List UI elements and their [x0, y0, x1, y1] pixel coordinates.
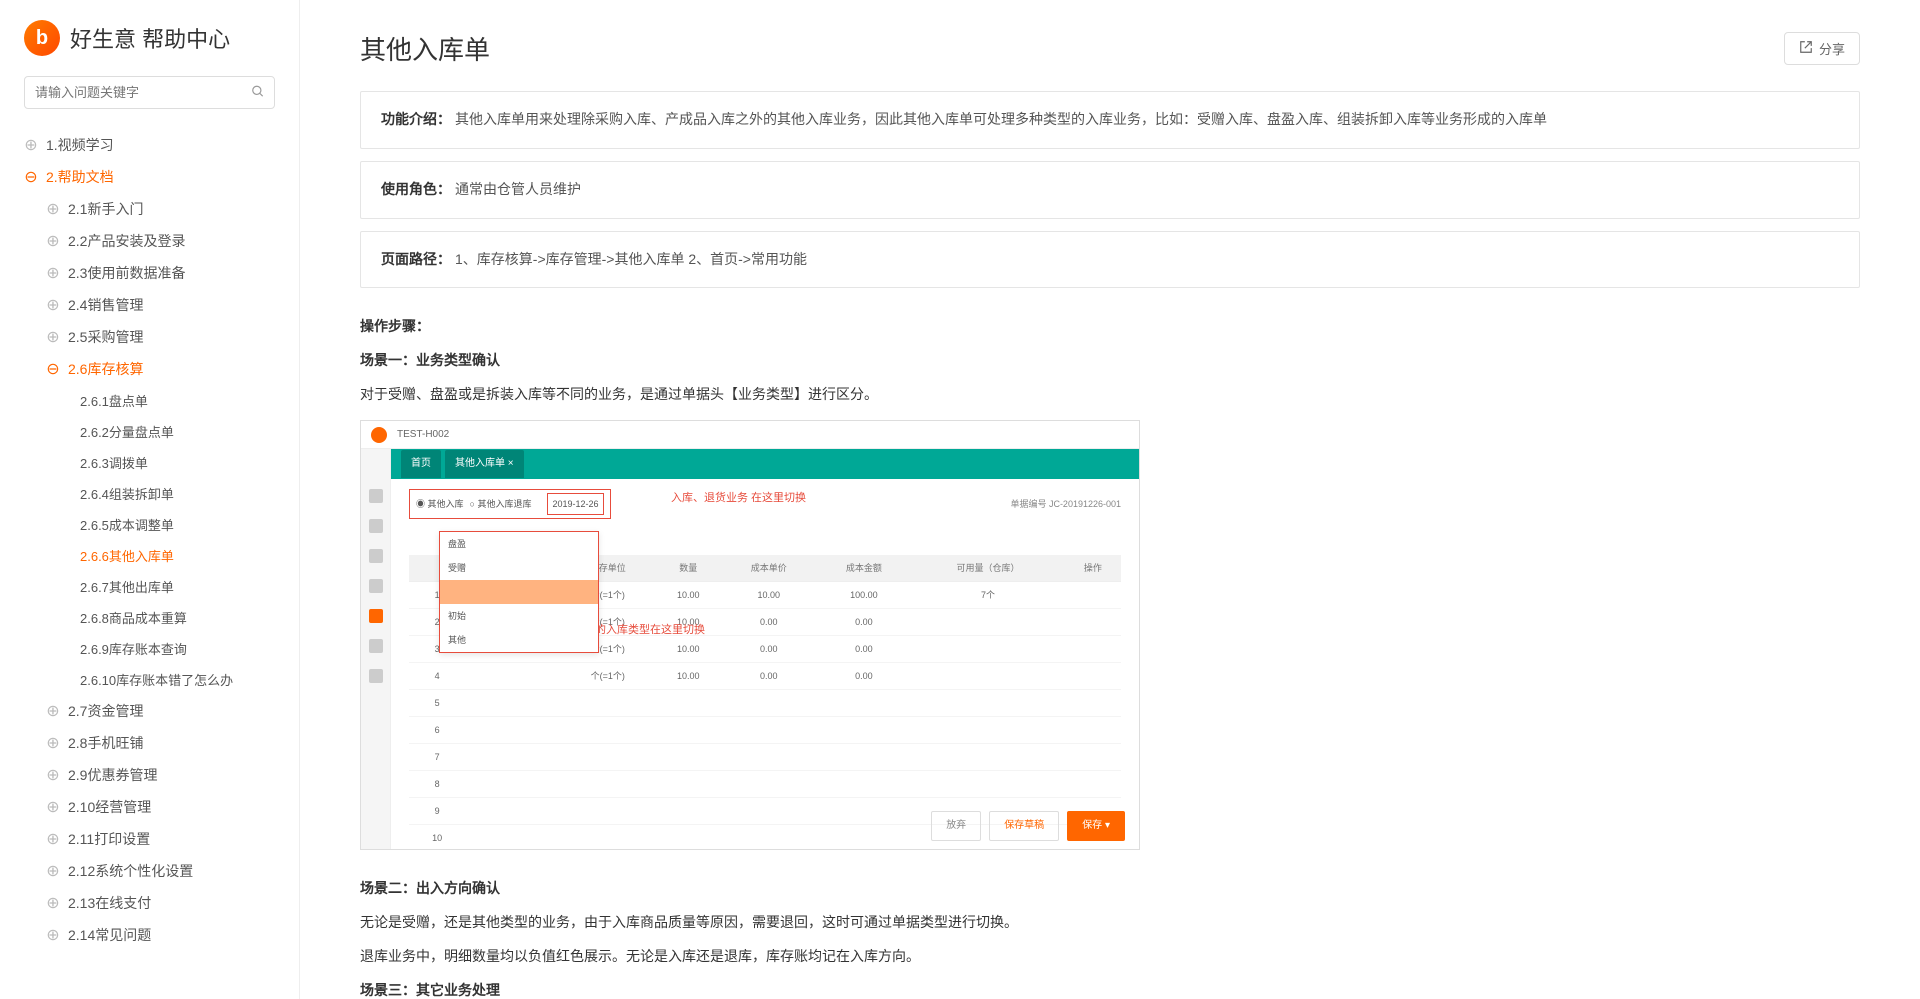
- main-content: 其他入库单 分享 功能介绍：其他入库单用来处理除采购入库、产成品入库之外的其他入…: [300, 0, 1920, 999]
- nav-item[interactable]: ⊕2.1新手入门: [24, 193, 275, 225]
- nav-item[interactable]: ⊕2.7资金管理: [24, 695, 275, 727]
- nav-item-docs[interactable]: ⊖2.帮助文档: [24, 161, 275, 193]
- role-label: 使用角色：: [381, 181, 451, 197]
- nav-item[interactable]: ⊕2.13在线支付: [24, 887, 275, 919]
- embedded-screenshot: TEST-H002 首页 其他入库单 ×: [360, 420, 1140, 850]
- mock-save-button: 保存 ▾: [1067, 811, 1125, 841]
- expand-icon: ⊕: [46, 266, 60, 280]
- scene1-title: 场景一：业务类型确认: [360, 346, 1860, 374]
- nav-item[interactable]: ⊕2.4销售管理: [24, 289, 275, 321]
- role-box: 使用角色：通常由仓管人员维护: [360, 161, 1860, 219]
- scene3-title: 场景三：其它业务处理: [360, 976, 1860, 999]
- mock-logo-icon: [371, 427, 387, 443]
- mock-side-icon-active: [369, 609, 383, 623]
- expand-icon: ⊕: [46, 896, 60, 910]
- mock-tab: 首页: [401, 450, 441, 478]
- mock-dropdown: 盘盈 受赠 初始 其他: [439, 531, 599, 653]
- nav-subitem[interactable]: 2.6.1盘点单: [24, 385, 275, 416]
- nav-subitem[interactable]: 2.6.5成本调整单: [24, 509, 275, 540]
- nav-item[interactable]: ⊕2.14常见问题: [24, 919, 275, 951]
- search-box: [24, 76, 275, 109]
- path-box: 页面路径：1、库存核算->库存管理->其他入库单 2、首页->常用功能: [360, 231, 1860, 289]
- nav-subitem[interactable]: 2.6.4组装拆卸单: [24, 478, 275, 509]
- logo-icon: b: [24, 20, 60, 56]
- nav-subitem[interactable]: 2.6.10库存账本错了怎么办: [24, 664, 275, 695]
- mock-sidebar: [361, 449, 391, 849]
- steps-label: 操作步骤：: [360, 312, 1860, 340]
- nav-tree: ⊕1.视频学习 ⊖2.帮助文档 ⊕2.1新手入门 ⊕2.2产品安装及登录 ⊕2.…: [24, 129, 275, 951]
- nav-subitem[interactable]: 2.6.3调拨单: [24, 447, 275, 478]
- expand-icon: ⊕: [46, 832, 60, 846]
- title-row: 其他入库单 分享: [360, 30, 1860, 67]
- nav-item[interactable]: ⊕2.8手机旺铺: [24, 727, 275, 759]
- nav-subitem[interactable]: 2.6.2分量盘点单: [24, 416, 275, 447]
- path-text: 1、库存核算->库存管理->其他入库单 2、首页->常用功能: [455, 251, 807, 267]
- expand-icon: ⊕: [46, 234, 60, 248]
- search-input[interactable]: [24, 76, 275, 109]
- mock-draft-button: 保存草稿: [989, 811, 1059, 841]
- mock-cancel-button: 放弃: [931, 811, 981, 841]
- page-title: 其他入库单: [360, 30, 490, 67]
- expand-icon: ⊕: [46, 864, 60, 878]
- site-title: 好生意 帮助中心: [70, 22, 230, 54]
- expand-icon: ⊕: [46, 298, 60, 312]
- scene2-text2: 退库业务中，明细数量均以负值红色展示。无论是入库还是退库，库存账均记在入库方向。: [360, 942, 1860, 970]
- nav-subitem-current[interactable]: 2.6.6其他入库单: [24, 540, 275, 571]
- intro-label: 功能介绍：: [381, 111, 451, 127]
- nav-subitem[interactable]: 2.6.7其他出库单: [24, 571, 275, 602]
- nav-item[interactable]: ⊕2.3使用前数据准备: [24, 257, 275, 289]
- share-button[interactable]: 分享: [1784, 32, 1860, 65]
- mock-side-icon: [369, 669, 383, 683]
- expand-icon: ⊕: [46, 800, 60, 814]
- expand-icon: ⊕: [46, 736, 60, 750]
- scene2-title: 场景二：出入方向确认: [360, 874, 1860, 902]
- mock-radio-group: ◉ 其他入库 ○ 其他入库退库 2019-12-26: [409, 489, 611, 519]
- mock-tab: 其他入库单 ×: [445, 450, 524, 478]
- nav-item[interactable]: ⊕2.12系统个性化设置: [24, 855, 275, 887]
- scene1-text: 对于受赠、盘盈或是拆装入库等不同的业务，是通过单据头【业务类型】进行区分。: [360, 380, 1860, 408]
- content-body: 操作步骤： 场景一：业务类型确认 对于受赠、盘盈或是拆装入库等不同的业务，是通过…: [360, 312, 1860, 999]
- mock-body: ◉ 其他入库 ○ 其他入库退库 2019-12-26 单据编号 JC-20191…: [391, 479, 1139, 849]
- mock-testid: TEST-H002: [397, 425, 449, 445]
- mock-side-icon: [369, 489, 383, 503]
- nav-item[interactable]: ⊕2.2产品安装及登录: [24, 225, 275, 257]
- nav-item[interactable]: ⊕2.9优惠券管理: [24, 759, 275, 791]
- search-icon[interactable]: [251, 84, 265, 101]
- logo-row: b 好生意 帮助中心: [24, 20, 275, 56]
- nav-item-video[interactable]: ⊕1.视频学习: [24, 129, 275, 161]
- mock-tabbar: 首页 其他入库单 ×: [391, 449, 1139, 479]
- mock-annotation-1: 入库、退货业务 在这里切换: [671, 487, 806, 509]
- expand-icon: ⊕: [24, 138, 38, 152]
- path-label: 页面路径：: [381, 251, 451, 267]
- mock-side-icon: [369, 549, 383, 563]
- nav-item[interactable]: ⊕2.5采购管理: [24, 321, 275, 353]
- mock-side-icon: [369, 519, 383, 533]
- intro-box: 功能介绍：其他入库单用来处理除采购入库、产成品入库之外的其他入库业务，因此其他入…: [360, 91, 1860, 149]
- nav-item[interactable]: ⊕2.11打印设置: [24, 823, 275, 855]
- nav-subitem[interactable]: 2.6.8商品成本重算: [24, 602, 275, 633]
- scene2-text1: 无论是受赠，还是其他类型的业务，由于入库商品质量等原因，需要退回，这时可通过单据…: [360, 908, 1860, 936]
- share-label: 分享: [1819, 39, 1845, 58]
- expand-icon: ⊕: [46, 928, 60, 942]
- mock-orderno: 单据编号 JC-20191226-001: [1010, 495, 1121, 513]
- mock-side-icon: [369, 579, 383, 593]
- mock-topbar: TEST-H002: [361, 421, 1139, 449]
- role-text: 通常由仓管人员维护: [455, 181, 581, 197]
- nav-subitem[interactable]: 2.6.9库存账本查询: [24, 633, 275, 664]
- mock-footer: 放弃 保存草稿 保存 ▾: [931, 811, 1125, 841]
- mock-side-icon: [369, 639, 383, 653]
- expand-icon: ⊕: [46, 202, 60, 216]
- intro-text: 其他入库单用来处理除采购入库、产成品入库之外的其他入库业务，因此其他入库单可处理…: [455, 111, 1547, 127]
- nav-item[interactable]: ⊕2.10经营管理: [24, 791, 275, 823]
- sidebar: b 好生意 帮助中心 ⊕1.视频学习 ⊖2.帮助文档 ⊕2.1新手入门 ⊕2.2…: [0, 0, 300, 999]
- expand-icon: ⊕: [46, 768, 60, 782]
- expand-icon: ⊕: [46, 330, 60, 344]
- collapse-icon: ⊖: [46, 362, 60, 376]
- nav-item-inventory[interactable]: ⊖2.6库存核算: [24, 353, 275, 385]
- collapse-icon: ⊖: [24, 170, 38, 184]
- expand-icon: ⊕: [46, 704, 60, 718]
- share-icon: [1799, 40, 1813, 57]
